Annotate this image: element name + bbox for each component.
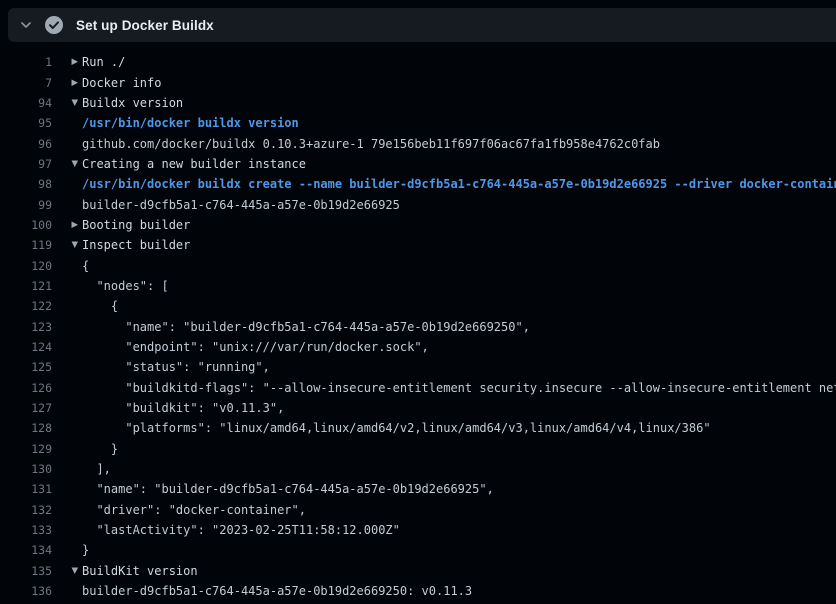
log-line: 119▼Inspect builder: [0, 235, 836, 255]
group-collapsed-icon[interactable]: ▶: [52, 220, 82, 230]
line-number-link[interactable]: 7: [0, 76, 52, 90]
log-line: 134}: [0, 540, 836, 560]
group-collapsed-icon[interactable]: ▶: [52, 57, 82, 67]
group-title[interactable]: Docker info: [82, 76, 161, 90]
output-text: builder-d9cfb5a1-c764-445a-a57e-0b19d2e6…: [82, 198, 400, 212]
output-text: {: [82, 259, 89, 273]
log-line: 99 builder-d9cfb5a1-c764-445a-a57e-0b19d2…: [0, 194, 836, 214]
log-line: 133 "lastActivity": "2023-02-25T11:58:12…: [0, 520, 836, 540]
log-line: 125 "status": "running",: [0, 357, 836, 377]
group-title[interactable]: Creating a new builder instance: [82, 157, 306, 171]
output-text: "nodes": [: [82, 279, 169, 293]
chevron-down-icon[interactable]: [18, 17, 34, 33]
log-line: 128 "platforms": "linux/amd64,linux/amd6…: [0, 418, 836, 438]
group-expanded-icon[interactable]: ▼: [52, 159, 82, 169]
group-title[interactable]: BuildKit version: [82, 564, 198, 578]
line-number-link[interactable]: 95: [0, 116, 52, 130]
log-line: 1▶Run ./: [0, 52, 836, 72]
step-title: Set up Docker Buildx: [76, 18, 214, 33]
log-line: 7▶Docker info: [0, 72, 836, 92]
output-text: "platforms": "linux/amd64,linux/amd64/v2…: [82, 421, 711, 435]
output-text: "status": "running",: [82, 360, 270, 374]
line-number-link[interactable]: 100: [0, 218, 52, 232]
group-collapsed-icon[interactable]: ▶: [52, 78, 82, 88]
line-number-link[interactable]: 133: [0, 523, 52, 537]
log-line: 136 builder-d9cfb5a1-c764-445a-a57e-0b19d…: [0, 581, 836, 601]
line-number-link[interactable]: 127: [0, 401, 52, 415]
line-number-link[interactable]: 99: [0, 198, 52, 212]
log-line: 124 "endpoint": "unix:///var/run/docker.…: [0, 337, 836, 357]
output-text: "endpoint": "unix:///var/run/docker.sock…: [82, 340, 429, 354]
log-line: 135▼BuildKit version: [0, 561, 836, 581]
line-number-link[interactable]: 123: [0, 320, 52, 334]
line-number-link[interactable]: 97: [0, 157, 52, 171]
log-line: 127 "buildkit": "v0.11.3",: [0, 398, 836, 418]
output-text: builder-d9cfb5a1-c764-445a-a57e-0b19d2e6…: [82, 584, 472, 598]
line-number-link[interactable]: 132: [0, 503, 52, 517]
command-text: /usr/bin/docker buildx version: [82, 116, 299, 130]
actions-log-viewer: Set up Docker Buildx 1▶Run ./7▶Docker in…: [0, 0, 836, 604]
log-line: 122 {: [0, 296, 836, 316]
log-area: 1▶Run ./7▶Docker info94▼Buildx version95…: [0, 42, 836, 604]
line-number-link[interactable]: 126: [0, 381, 52, 395]
output-text: "driver": "docker-container",: [82, 503, 306, 517]
output-text: "lastActivity": "2023-02-25T11:58:12.000…: [82, 523, 400, 537]
line-number-link[interactable]: 136: [0, 584, 52, 598]
log-line: 100▶Booting builder: [0, 215, 836, 235]
line-number-link[interactable]: 120: [0, 259, 52, 273]
line-number-link[interactable]: 1: [0, 55, 52, 69]
line-number-link[interactable]: 128: [0, 421, 52, 435]
output-text: "buildkit": "v0.11.3",: [82, 401, 284, 415]
log-line: 121 "nodes": [: [0, 276, 836, 296]
line-number-link[interactable]: 98: [0, 177, 52, 191]
line-number-link[interactable]: 130: [0, 462, 52, 476]
line-number-link[interactable]: 135: [0, 564, 52, 578]
log-line: 94▼Buildx version: [0, 93, 836, 113]
line-number-link[interactable]: 131: [0, 482, 52, 496]
log-line: 126 "buildkitd-flags": "--allow-insecure…: [0, 378, 836, 398]
output-text: {: [82, 299, 118, 313]
log-line: 132 "driver": "docker-container",: [0, 500, 836, 520]
group-title[interactable]: Run ./: [82, 55, 125, 69]
line-number-link[interactable]: 134: [0, 543, 52, 557]
group-expanded-icon[interactable]: ▼: [52, 240, 82, 250]
log-line: 131 "name": "builder-d9cfb5a1-c764-445a-…: [0, 479, 836, 499]
line-number-link[interactable]: 129: [0, 442, 52, 456]
output-text: ],: [82, 462, 111, 476]
output-text: github.com/docker/buildx 0.10.3+azure-1 …: [82, 137, 660, 151]
log-line: 95/usr/bin/docker buildx version: [0, 113, 836, 133]
output-text: "name": "builder-d9cfb5a1-c764-445a-a57e…: [82, 320, 530, 334]
log-line: 129 }: [0, 439, 836, 459]
log-line: 98/usr/bin/docker buildx create --name b…: [0, 174, 836, 194]
output-text: }: [82, 543, 89, 557]
output-text: "buildkitd-flags": "--allow-insecure-ent…: [82, 381, 836, 395]
line-number-link[interactable]: 122: [0, 299, 52, 313]
line-number-link[interactable]: 96: [0, 137, 52, 151]
line-number-link[interactable]: 125: [0, 360, 52, 374]
log-line: 123 "name": "builder-d9cfb5a1-c764-445a-…: [0, 316, 836, 336]
group-expanded-icon[interactable]: ▼: [52, 566, 82, 576]
step-header[interactable]: Set up Docker Buildx: [8, 8, 836, 42]
line-number-link[interactable]: 121: [0, 279, 52, 293]
group-title[interactable]: Buildx version: [82, 96, 183, 110]
step-success-check-icon: [44, 15, 64, 35]
group-expanded-icon[interactable]: ▼: [52, 98, 82, 108]
log-line: 130 ],: [0, 459, 836, 479]
log-line: 97▼Creating a new builder instance: [0, 154, 836, 174]
line-number-link[interactable]: 94: [0, 96, 52, 110]
group-title[interactable]: Booting builder: [82, 218, 190, 232]
line-number-link[interactable]: 119: [0, 238, 52, 252]
group-title[interactable]: Inspect builder: [82, 238, 190, 252]
log-line: 120 {: [0, 255, 836, 275]
output-text: "name": "builder-d9cfb5a1-c764-445a-a57e…: [82, 482, 494, 496]
log-lines: 1▶Run ./7▶Docker info94▼Buildx version95…: [0, 52, 836, 601]
output-text: }: [82, 442, 118, 456]
log-line: 96 github.com/docker/buildx 0.10.3+azure-…: [0, 133, 836, 153]
line-number-link[interactable]: 124: [0, 340, 52, 354]
command-text: /usr/bin/docker buildx create --name bui…: [82, 177, 836, 191]
